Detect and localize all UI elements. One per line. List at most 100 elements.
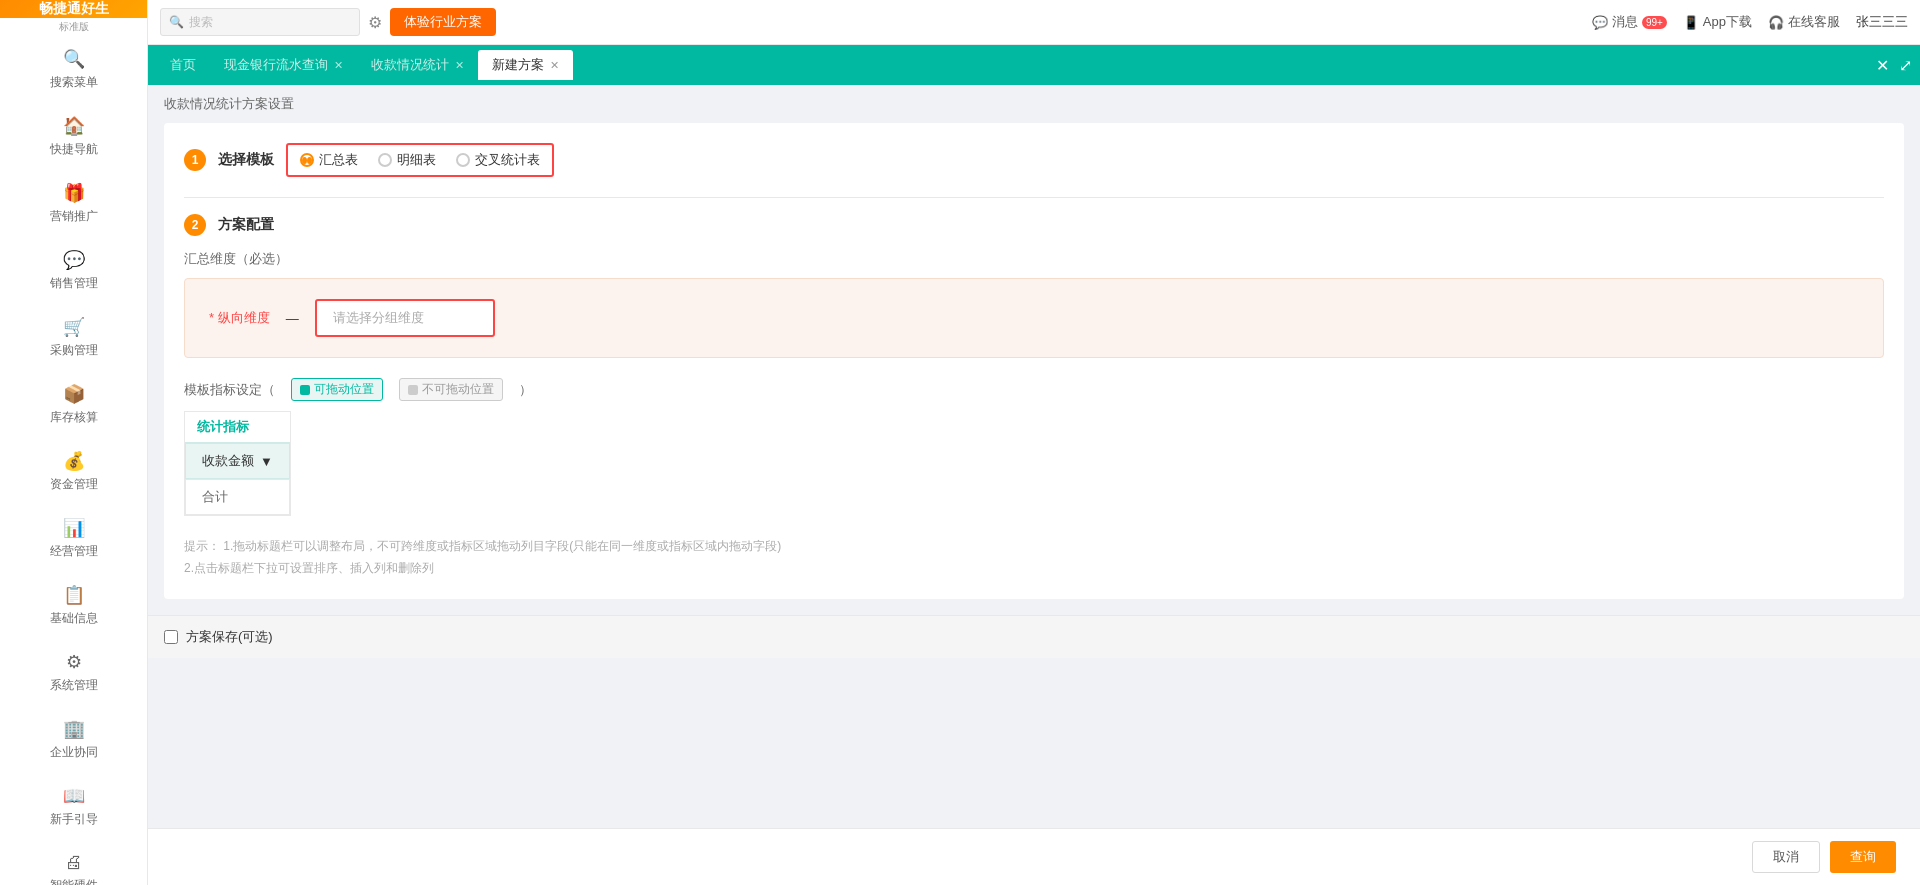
sidebar-item-guide[interactable]: 📖 新手引导 [0, 773, 147, 840]
metrics-table: 统计指标 收款金额 ▼ 合计 [184, 411, 291, 516]
topbar-right: 💬 消息 99+ 📱 App下载 🎧 在线客服 张三三三 [1592, 13, 1908, 31]
smart-hw-icon: 🖨 [65, 852, 83, 873]
sidebar-item-label: 智能硬件 [50, 877, 98, 885]
sidebar-item-label: 快捷导航 [50, 141, 98, 158]
sidebar-item-label: 采购管理 [50, 342, 98, 359]
service-icon: 🎧 [1768, 15, 1784, 30]
radio-cross[interactable]: 交叉统计表 [456, 151, 540, 169]
sidebar-item-label: 搜索菜单 [50, 74, 98, 91]
sidebar-version: 标准版 [0, 18, 147, 36]
radio-cross-label: 交叉统计表 [475, 151, 540, 169]
content-area: 收款情况统计方案设置 1 选择模板 汇总表 明细表 [148, 85, 1920, 828]
purchase-icon: 🛒 [63, 316, 85, 338]
query-button[interactable]: 查询 [1830, 841, 1896, 873]
metrics-col-header[interactable]: 收款金额 ▼ [185, 443, 290, 479]
radio-detail[interactable]: 明细表 [378, 151, 436, 169]
tab-collection-stats[interactable]: 收款情况统计 ✕ [357, 50, 478, 80]
dimension-select[interactable]: 请选择分组维度 [315, 299, 495, 337]
message-button[interactable]: 💬 消息 99+ [1592, 13, 1667, 31]
inventory-icon: 📦 [63, 383, 85, 405]
metrics-col-label: 收款金额 [202, 452, 254, 470]
metrics-title-text: 统计指标 [197, 419, 249, 434]
sidebar-item-purchase[interactable]: 🛒 采购管理 [0, 304, 147, 371]
metrics-row-total: 合计 [185, 479, 290, 515]
tips-line1: 提示： 1.拖动标题栏可以调整布局，不可跨维度或指标区域拖动列目字段(只能在同一… [184, 536, 1884, 558]
sidebar-item-marketing[interactable]: 🎁 营销推广 [0, 170, 147, 237]
sidebar-item-label: 基础信息 [50, 610, 98, 627]
tab-new-plan[interactable]: 新建方案 ✕ [478, 50, 573, 80]
step1-badge: 1 [184, 149, 206, 171]
footer-buttons: 取消 查询 [148, 828, 1920, 885]
trial-button[interactable]: 体验行业方案 [390, 8, 496, 36]
radio-summary-label: 汇总表 [319, 151, 358, 169]
basic-info-icon: 📋 [63, 584, 85, 606]
service-label: 在线客服 [1788, 13, 1840, 31]
tab-collection-stats-close[interactable]: ✕ [455, 59, 464, 72]
search-box[interactable]: 🔍 搜索 [160, 8, 360, 36]
sidebar-item-search-menu[interactable]: 🔍 搜索菜单 [0, 36, 147, 103]
dimension-arrow: — [286, 311, 299, 326]
sidebar-item-quick-nav[interactable]: 🏠 快捷导航 [0, 103, 147, 170]
message-badge: 99+ [1642, 16, 1667, 29]
service-button[interactable]: 🎧 在线客服 [1768, 13, 1840, 31]
draggable-badge: 可拖动位置 [291, 378, 383, 401]
sidebar: 畅捷通好生 标准版 🔍 搜索菜单 🏠 快捷导航 🎁 营销推广 💬 销售管理 🛒 … [0, 0, 148, 885]
radio-detail-label: 明细表 [397, 151, 436, 169]
tab-home[interactable]: 首页 [156, 50, 210, 80]
sidebar-item-enterprise[interactable]: 🏢 企业协同 [0, 706, 147, 773]
operations-icon: 📊 [63, 517, 85, 539]
sidebar-item-finance[interactable]: 💰 资金管理 [0, 438, 147, 505]
sidebar-item-label: 新手引导 [50, 811, 98, 828]
system-icon: ⚙ [66, 651, 82, 673]
tab-new-plan-close[interactable]: ✕ [550, 59, 559, 72]
draggable-label: 可拖动位置 [314, 381, 374, 398]
metrics-table-container: 统计指标 收款金额 ▼ 合计 [184, 411, 1884, 516]
close-all-icon[interactable]: ✕ [1876, 56, 1889, 75]
dimension-area: * 纵向维度 — 请选择分组维度 [184, 278, 1884, 358]
sidebar-item-smart-hw[interactable]: 🖨 智能硬件 [0, 840, 147, 885]
sidebar-logo: 畅捷通好生 [0, 0, 147, 18]
sidebar-item-label: 系统管理 [50, 677, 98, 694]
page-header-text: 收款情况统计方案设置 [164, 96, 294, 111]
save-row: 方案保存(可选) [148, 615, 1920, 658]
save-checkbox[interactable] [164, 630, 178, 644]
tab-home-label: 首页 [170, 56, 196, 74]
sidebar-item-basic-info[interactable]: 📋 基础信息 [0, 572, 147, 639]
guide-icon: 📖 [63, 785, 85, 807]
radio-summary-circle [300, 153, 314, 167]
sidebar-item-inventory[interactable]: 📦 库存核算 [0, 371, 147, 438]
download-label: App下载 [1703, 13, 1752, 31]
tab-bank-flow[interactable]: 现金银行流水查询 ✕ [210, 50, 357, 80]
sidebar-item-label: 库存核算 [50, 409, 98, 426]
tab-bank-flow-label: 现金银行流水查询 [224, 56, 328, 74]
message-icon: 💬 [1592, 15, 1608, 30]
sidebar-item-system[interactable]: ⚙ 系统管理 [0, 639, 147, 706]
sidebar-item-sales[interactable]: 💬 销售管理 [0, 237, 147, 304]
tips-line2: 2.点击标题栏下拉可设置排序、插入列和删除列 [184, 558, 1884, 580]
tab-new-plan-label: 新建方案 [492, 56, 544, 74]
save-label: 方案保存(可选) [186, 628, 273, 646]
username-label: 张三三三 [1856, 13, 1908, 31]
sidebar-item-label: 营销推广 [50, 208, 98, 225]
template-options: 汇总表 明细表 交叉统计表 [286, 143, 554, 177]
metrics-label: 模板指标设定（ [184, 381, 275, 399]
download-icon: 📱 [1683, 15, 1699, 30]
cancel-button[interactable]: 取消 [1752, 841, 1820, 873]
sidebar-item-operations[interactable]: 📊 经营管理 [0, 505, 147, 572]
gear-icon[interactable]: ⚙ [368, 13, 382, 32]
dropdown-icon[interactable]: ▼ [260, 454, 273, 469]
tabbar-actions: ✕ ⤢ [1876, 56, 1912, 75]
search-placeholder: 搜索 [189, 14, 213, 31]
maximize-icon[interactable]: ⤢ [1899, 56, 1912, 75]
step2-title: 方案配置 [218, 216, 274, 234]
step2-header: 2 方案配置 [184, 214, 1884, 236]
radio-summary[interactable]: 汇总表 [300, 151, 358, 169]
sales-icon: 💬 [63, 249, 85, 271]
download-button[interactable]: 📱 App下载 [1683, 13, 1752, 31]
home-icon: 🏠 [63, 115, 85, 137]
divider1 [184, 197, 1884, 198]
main-area: 🔍 搜索 ⚙ 体验行业方案 💬 消息 99+ 📱 App下载 🎧 在线客服 张三… [148, 0, 1920, 885]
tab-bank-flow-close[interactable]: ✕ [334, 59, 343, 72]
dimension-label: 汇总维度（必选） [184, 250, 1884, 268]
form-card: 1 选择模板 汇总表 明细表 交叉统计表 [164, 123, 1904, 599]
